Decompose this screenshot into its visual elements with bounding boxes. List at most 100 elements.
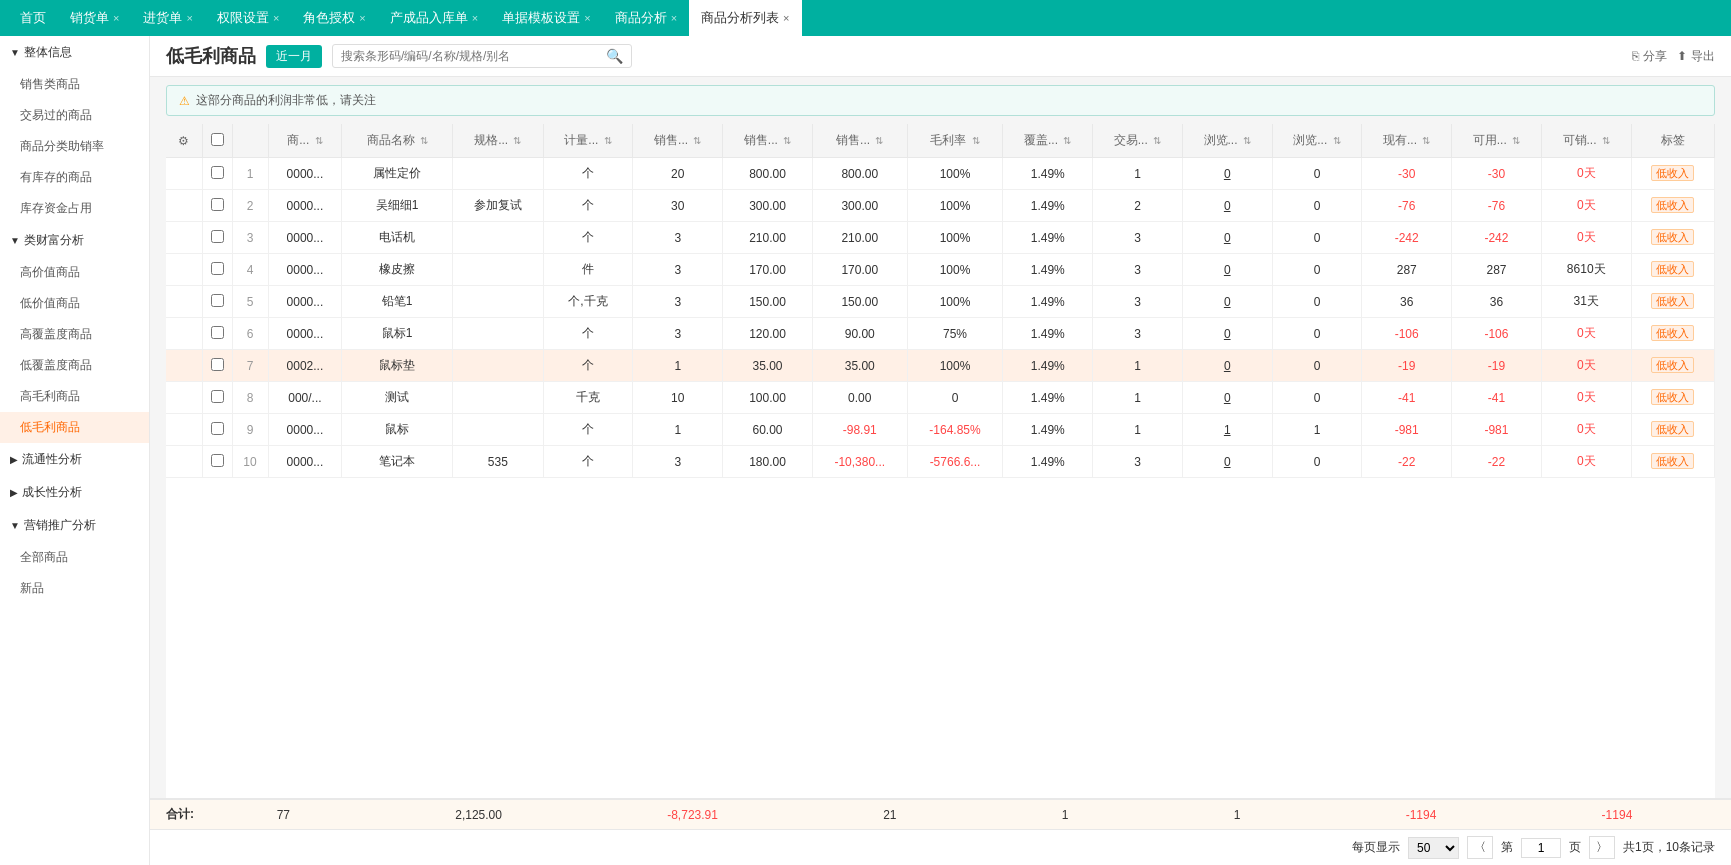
- col-header-gross-margin[interactable]: 毛利率 ⇅: [907, 124, 1003, 158]
- row-checkbox[interactable]: [211, 198, 224, 211]
- nav-product-analysis[interactable]: 商品分析 ×: [603, 0, 689, 36]
- search-input[interactable]: [341, 49, 606, 63]
- search-icon[interactable]: 🔍: [606, 48, 623, 64]
- close-icon[interactable]: ×: [472, 12, 478, 24]
- row-checkbox-cell: [202, 318, 232, 350]
- main-layout: ▼ 整体信息 销售类商品 交易过的商品 商品分类助销率 有库存的商品 库存资金占…: [0, 36, 1731, 865]
- sidebar-group-circulation[interactable]: ▶ 流通性分析: [0, 443, 149, 476]
- close-icon[interactable]: ×: [359, 12, 365, 24]
- row-checkbox[interactable]: [211, 294, 224, 307]
- close-icon[interactable]: ×: [783, 12, 789, 24]
- col-header-coverage[interactable]: 覆盖... ⇅: [1003, 124, 1093, 158]
- row-checkbox[interactable]: [211, 358, 224, 371]
- col-header-unit[interactable]: 计量... ⇅: [543, 124, 633, 158]
- row-view1[interactable]: 0: [1182, 318, 1272, 350]
- sidebar-item-low-margin[interactable]: 低毛利商品: [0, 412, 149, 443]
- close-icon[interactable]: ×: [584, 12, 590, 24]
- sidebar-item-new-goods[interactable]: 新品: [0, 573, 149, 604]
- sidebar-item-all-goods[interactable]: 全部商品: [0, 542, 149, 573]
- sidebar-item-high-coverage[interactable]: 高覆盖度商品: [0, 319, 149, 350]
- row-name: 吴细细1: [342, 190, 453, 222]
- row-checkbox[interactable]: [211, 390, 224, 403]
- col-header-spec[interactable]: 规格... ⇅: [452, 124, 543, 158]
- row-view1[interactable]: 0: [1182, 158, 1272, 190]
- row-view2: 0: [1272, 446, 1362, 478]
- row-checkbox-cell: [202, 350, 232, 382]
- sidebar-item-high-margin[interactable]: 高毛利商品: [0, 381, 149, 412]
- row-view1[interactable]: 0: [1182, 382, 1272, 414]
- nav-purchase-order[interactable]: 进货单 ×: [131, 0, 204, 36]
- nav-template-settings[interactable]: 单据模板设置 ×: [490, 0, 602, 36]
- col-header-current-stock[interactable]: 现有... ⇅: [1362, 124, 1452, 158]
- row-name: 鼠标: [342, 414, 453, 446]
- sidebar-group-overall[interactable]: ▼ 整体信息: [0, 36, 149, 69]
- row-view1[interactable]: 0: [1182, 286, 1272, 318]
- settings-column-header[interactable]: ⚙: [166, 124, 202, 158]
- row-checkbox[interactable]: [211, 230, 224, 243]
- col-header-view2[interactable]: 浏览... ⇅: [1272, 124, 1362, 158]
- close-icon[interactable]: ×: [186, 12, 192, 24]
- sidebar-group-marketing[interactable]: ▼ 营销推广分析: [0, 509, 149, 542]
- row-view1[interactable]: 0: [1182, 190, 1272, 222]
- checkbox-column-header[interactable]: [202, 124, 232, 158]
- sidebar-item-inventory-capital[interactable]: 库存资金占用: [0, 193, 149, 224]
- next-page-button[interactable]: 〉: [1589, 836, 1615, 859]
- col-header-sale-amount[interactable]: 销售... ⇅: [812, 124, 907, 158]
- row-current-stock: -981: [1362, 414, 1452, 446]
- sidebar-item-high-value[interactable]: 高价值商品: [0, 257, 149, 288]
- export-button[interactable]: ⬆ 导出: [1677, 48, 1715, 65]
- col-header-sale-qty[interactable]: 销售... ⇅: [633, 124, 723, 158]
- row-view1[interactable]: 1: [1182, 414, 1272, 446]
- col-header-tag[interactable]: 标签: [1631, 124, 1714, 158]
- row-checkbox[interactable]: [211, 326, 224, 339]
- row-gross-margin: 100%: [907, 158, 1003, 190]
- row-checkbox-cell: [202, 286, 232, 318]
- nav-product-analysis-list[interactable]: 商品分析列表 ×: [689, 0, 801, 36]
- row-checkbox[interactable]: [211, 454, 224, 467]
- col-header-view1[interactable]: 浏览... ⇅: [1182, 124, 1272, 158]
- nav-sales-order[interactable]: 销货单 ×: [58, 0, 131, 36]
- nav-finished-goods[interactable]: 产成品入库单 ×: [378, 0, 490, 36]
- close-icon[interactable]: ×: [113, 12, 119, 24]
- sidebar-item-low-coverage[interactable]: 低覆盖度商品: [0, 350, 149, 381]
- row-spec: [452, 414, 543, 446]
- nav-role-auth[interactable]: 角色授权 ×: [291, 0, 377, 36]
- close-icon[interactable]: ×: [671, 12, 677, 24]
- sidebar-item-category-rate[interactable]: 商品分类助销率: [0, 131, 149, 162]
- footer-current-stock: -1194: [1406, 808, 1437, 822]
- share-button[interactable]: ⎘ 分享: [1632, 48, 1667, 65]
- nav-permissions[interactable]: 权限设置 ×: [205, 0, 291, 36]
- per-page-select[interactable]: 50 20 100: [1408, 837, 1459, 859]
- col-header-trade[interactable]: 交易... ⇅: [1093, 124, 1183, 158]
- row-checkbox[interactable]: [211, 166, 224, 179]
- col-header-name[interactable]: 商品名称 ⇅: [342, 124, 453, 158]
- row-coverage: 1.49%: [1003, 382, 1093, 414]
- row-checkbox[interactable]: [211, 262, 224, 275]
- sidebar-group-growth[interactable]: ▶ 成长性分析: [0, 476, 149, 509]
- row-unit: 个: [543, 158, 633, 190]
- sidebar-item-low-value[interactable]: 低价值商品: [0, 288, 149, 319]
- row-name: 铅笔1: [342, 286, 453, 318]
- nav-home[interactable]: 首页: [8, 0, 58, 36]
- row-checkbox[interactable]: [211, 422, 224, 435]
- col-header-saleable[interactable]: 可销... ⇅: [1541, 124, 1631, 158]
- row-view1[interactable]: 0: [1182, 446, 1272, 478]
- select-all-checkbox[interactable]: [211, 133, 224, 146]
- sidebar-item-inventory-goods[interactable]: 有库存的商品: [0, 162, 149, 193]
- row-tag: 低收入: [1631, 286, 1714, 318]
- col-header-sale-price[interactable]: 销售... ⇅: [723, 124, 813, 158]
- page-number-input[interactable]: [1521, 838, 1561, 858]
- row-view1[interactable]: 0: [1182, 350, 1272, 382]
- settings-icon[interactable]: ⚙: [178, 134, 189, 148]
- close-icon[interactable]: ×: [273, 12, 279, 24]
- period-button[interactable]: 近一月: [266, 45, 322, 68]
- prev-page-button[interactable]: 〈: [1467, 836, 1493, 859]
- row-settings-cell: [166, 158, 202, 190]
- sidebar-item-traded-goods[interactable]: 交易过的商品: [0, 100, 149, 131]
- row-view1[interactable]: 0: [1182, 254, 1272, 286]
- col-header-code[interactable]: 商... ⇅: [268, 124, 342, 158]
- row-view1[interactable]: 0: [1182, 222, 1272, 254]
- sidebar-item-sales-goods[interactable]: 销售类商品: [0, 69, 149, 100]
- col-header-available[interactable]: 可用... ⇅: [1452, 124, 1542, 158]
- sidebar-group-wealth[interactable]: ▼ 类财富分析: [0, 224, 149, 257]
